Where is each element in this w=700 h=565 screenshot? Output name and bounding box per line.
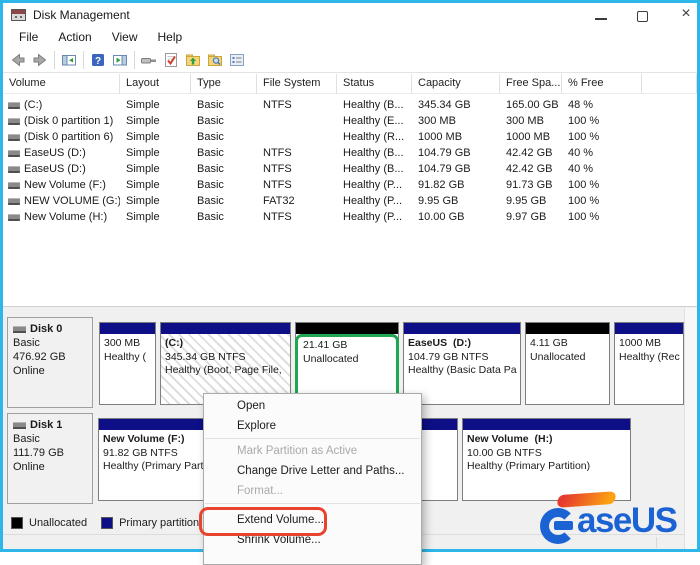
folder-up-icon[interactable] [182, 50, 204, 70]
partition-300mb[interactable]: 300 MBHealthy ( [99, 322, 156, 405]
menu-separator [205, 438, 420, 439]
volume-icon [8, 198, 20, 205]
window-border [0, 0, 3, 552]
partition-unallocated-4gb[interactable]: 4.11 GBUnallocated [525, 322, 610, 405]
column-header[interactable]: Type [191, 74, 257, 94]
table-row[interactable]: NEW VOLUME (G:)SimpleBasicFAT32Healthy (… [3, 193, 697, 209]
partition-stripe [463, 419, 630, 430]
disk-management-app-icon [11, 9, 26, 21]
context-menu: OpenExplore Mark Partition as ActiveChang… [203, 393, 422, 565]
partition-stripe [296, 323, 398, 334]
table-row[interactable]: New Volume (F:)SimpleBasicNTFSHealthy (P… [3, 177, 697, 193]
check-document-icon[interactable] [160, 50, 182, 70]
back-icon[interactable] [7, 50, 29, 70]
menu-separator [205, 503, 420, 504]
window-title: Disk Management [33, 8, 130, 22]
partition-stripe [615, 323, 683, 334]
disk-icon [13, 326, 26, 333]
table-row[interactable]: New Volume (H:)SimpleBasicNTFSHealthy (P… [3, 209, 697, 225]
column-header-filler [642, 74, 697, 94]
column-header[interactable]: Free Spa... [500, 74, 562, 94]
remote-tool-icon[interactable] [138, 50, 160, 70]
menu-help[interactable]: Help [148, 27, 193, 47]
properties-icon[interactable] [226, 50, 248, 70]
toolbar-separator [83, 51, 84, 69]
column-header[interactable]: % Free [562, 74, 642, 94]
volume-icon [8, 214, 20, 221]
volume-icon [8, 134, 20, 141]
menu-item-explore[interactable]: Explore [204, 416, 421, 436]
menu-bar: File Action View Help [3, 27, 697, 47]
partition-stripe [161, 323, 290, 334]
help-icon[interactable]: ? [87, 50, 109, 70]
menu-item-change-drive-letter-and-paths[interactable]: Change Drive Letter and Paths... [204, 461, 421, 481]
primary-partition-swatch [101, 517, 113, 529]
disk0-label[interactable]: Disk 0 Basic 476.92 GB Online [7, 317, 93, 408]
table-row[interactable]: (Disk 0 partition 1)SimpleBasicHealthy (… [3, 113, 697, 129]
volume-list: VolumeLayoutTypeFile SystemStatusCapacit… [3, 74, 697, 306]
window-border [0, 0, 700, 3]
menu-file[interactable]: File [9, 27, 48, 47]
partition-stripe [526, 323, 609, 334]
table-row[interactable]: EaseUS (D:)SimpleBasicNTFSHealthy (B...1… [3, 161, 697, 177]
column-header[interactable]: Capacity [412, 74, 500, 94]
column-header[interactable]: File System [257, 74, 337, 94]
volume-table-body: (C:)SimpleBasicNTFSHealthy (B...345.34 G… [3, 97, 697, 225]
table-row[interactable]: (C:)SimpleBasicNTFSHealthy (B...345.34 G… [3, 97, 697, 113]
volume-icon [8, 182, 20, 189]
toolbar: ? [3, 47, 697, 73]
folder-search-icon[interactable] [204, 50, 226, 70]
volume-table-header: VolumeLayoutTypeFile SystemStatusCapacit… [3, 74, 697, 94]
action-pane-icon[interactable] [109, 50, 131, 70]
maximize-button[interactable] [635, 9, 651, 23]
menu-item-format: Format... [204, 481, 421, 501]
column-header[interactable]: Volume [3, 74, 120, 94]
partition-stripe [404, 323, 520, 334]
forward-icon[interactable] [29, 50, 51, 70]
volume-icon [8, 166, 20, 173]
legend-primary-partition: Primary partition [101, 517, 199, 529]
volume-icon [8, 118, 20, 125]
column-header[interactable]: Layout [120, 74, 191, 94]
toolbar-separator [134, 51, 135, 69]
partition-stripe [100, 323, 155, 334]
table-row[interactable]: EaseUS (D:)SimpleBasicNTFSHealthy (B...1… [3, 145, 697, 161]
menu-view[interactable]: View [102, 27, 148, 47]
toolbar-separator [54, 51, 55, 69]
title-bar: Disk Management × [3, 3, 697, 27]
volume-icon [8, 102, 20, 109]
column-header[interactable]: Status [337, 74, 412, 94]
disk-icon [13, 422, 26, 429]
disk1-label[interactable]: Disk 1 Basic 111.79 GB Online [7, 413, 93, 504]
menu-item-open[interactable]: Open [204, 396, 421, 416]
unallocated-swatch [11, 517, 23, 529]
legend-unallocated: Unallocated [11, 517, 87, 529]
easeus-e-bar [554, 521, 573, 530]
extend-volume-highlight [199, 507, 327, 536]
minimize-button[interactable] [593, 9, 609, 23]
table-row[interactable]: (Disk 0 partition 6)SimpleBasicHealthy (… [3, 129, 697, 145]
partition-recovery-1000mb[interactable]: 1000 MBHealthy (Rec [614, 322, 684, 405]
volume-icon [8, 150, 20, 157]
menu-item-mark-partition-as-active: Mark Partition as Active [204, 441, 421, 461]
svg-text:?: ? [95, 56, 101, 67]
legend: Unallocated Primary partition [11, 517, 199, 529]
easeus-logo-text: aseUS [577, 501, 677, 541]
close-button[interactable]: × [677, 5, 695, 23]
menu-action[interactable]: Action [48, 27, 101, 47]
console-tree-icon[interactable] [58, 50, 80, 70]
easeus-logo: aseUS [538, 488, 698, 548]
